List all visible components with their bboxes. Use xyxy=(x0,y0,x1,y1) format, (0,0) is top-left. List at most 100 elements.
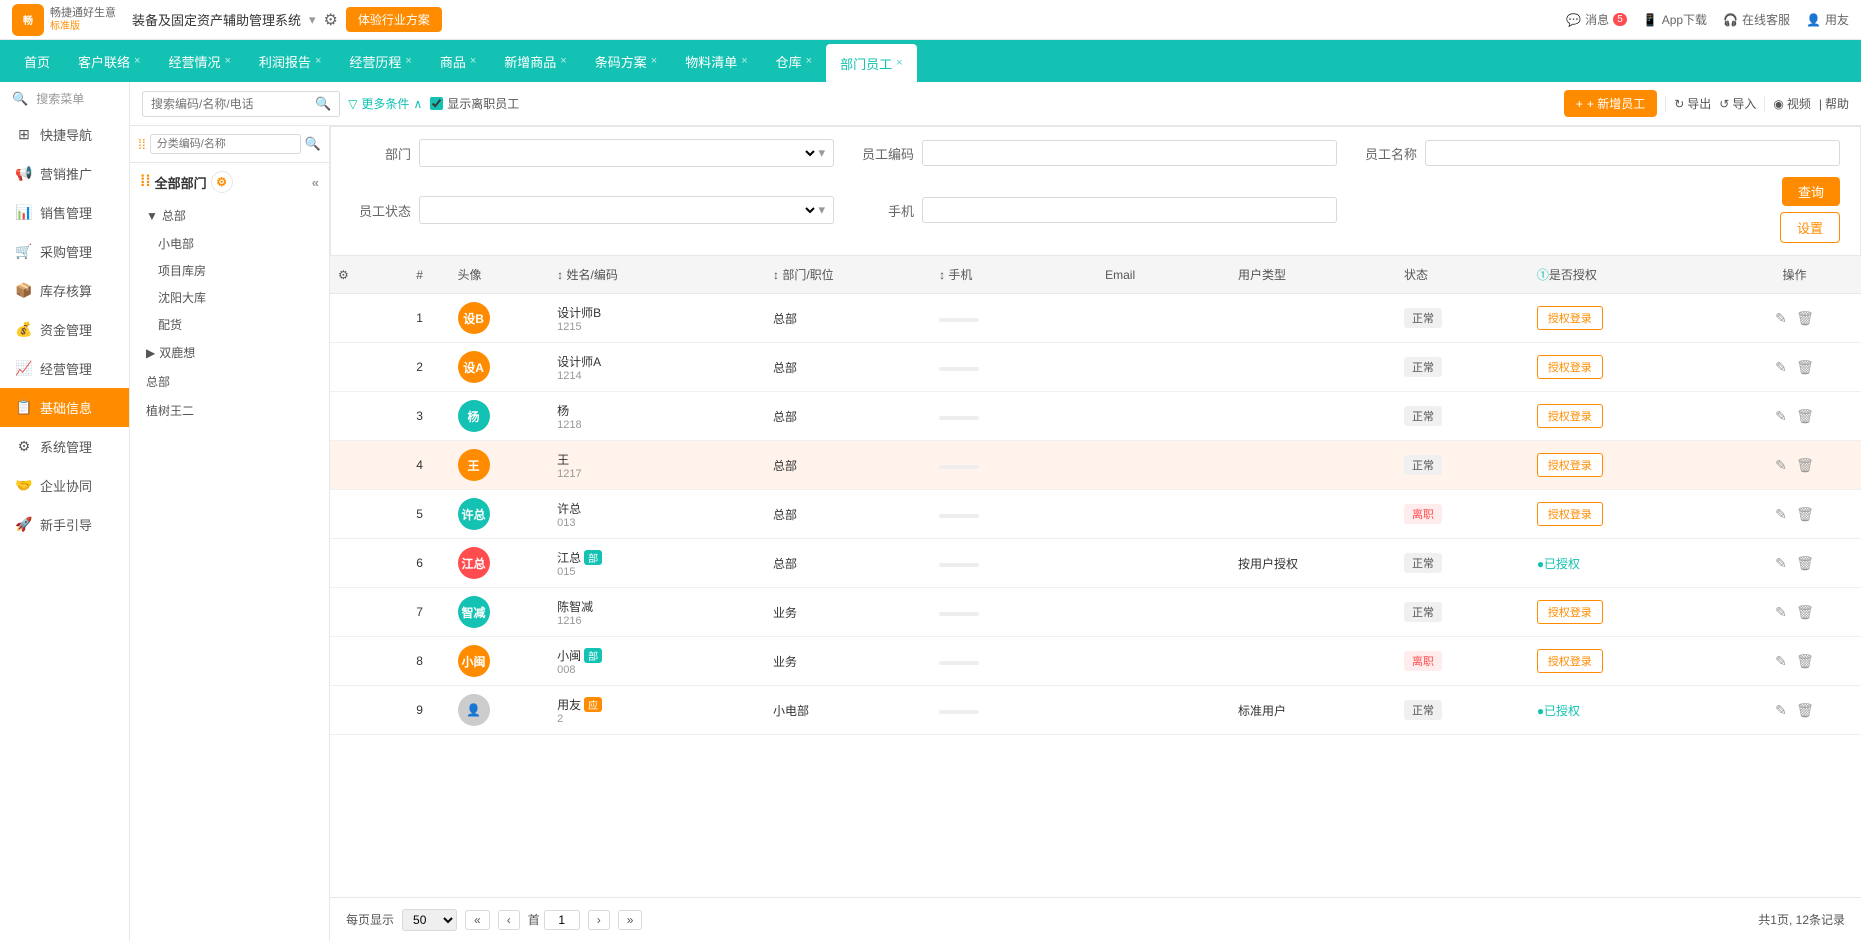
query-button[interactable]: 查询 xyxy=(1782,177,1840,206)
tab-add-goods[interactable]: 新增商品 × xyxy=(490,40,580,82)
tab-close-dept[interactable]: × xyxy=(896,57,902,69)
tab-close-business[interactable]: × xyxy=(224,55,230,67)
tab-close-customer[interactable]: × xyxy=(134,55,140,67)
dept-node-zongbu[interactable]: ▼ 总部 xyxy=(130,201,329,230)
dept-sub-xiaodianbu[interactable]: 小电部 xyxy=(130,230,329,257)
sidebar-item-shortcut[interactable]: ⊞ 快捷导航 xyxy=(0,115,129,154)
auth-login-button[interactable]: 授权登录 xyxy=(1537,649,1603,673)
message-button[interactable]: 💬 消息 5 xyxy=(1566,11,1627,28)
tab-close-bom[interactable]: × xyxy=(741,55,747,67)
phone-input[interactable] xyxy=(922,197,1337,223)
settings-icon-table[interactable]: ⚙ xyxy=(338,268,349,282)
prev-page-button[interactable]: ‹ xyxy=(498,910,520,930)
delete-icon[interactable]: 🗑 xyxy=(1796,702,1814,718)
sidebar-item-sales[interactable]: 📊 销售管理 xyxy=(0,193,129,232)
edit-icon[interactable]: ✎ xyxy=(1775,310,1787,326)
first-page-button[interactable]: « xyxy=(465,910,490,930)
edit-icon[interactable]: ✎ xyxy=(1775,506,1787,522)
auth-login-button[interactable]: 授权登录 xyxy=(1537,600,1603,624)
last-page-button[interactable]: » xyxy=(618,910,643,930)
sidebar-item-collab[interactable]: 🤝 企业协同 xyxy=(0,466,129,505)
online-service-button[interactable]: 🎧 在线客服 xyxy=(1723,11,1790,28)
sidebar-search[interactable]: 🔍 搜索菜单 xyxy=(0,82,129,115)
tab-goods[interactable]: 商品 × xyxy=(426,40,490,82)
col-name[interactable]: ↕ 姓名/编码 xyxy=(549,256,765,294)
dept-sub-shenyangdaku[interactable]: 沈阳大库 xyxy=(130,284,329,311)
emp-status-select-wrap[interactable]: ▾ xyxy=(419,196,834,224)
col-phone[interactable]: ↕ 手机 xyxy=(931,256,1097,294)
tab-dept-employee[interactable]: 部门员工 × xyxy=(826,44,916,82)
tab-close-warehouse[interactable]: × xyxy=(806,55,812,67)
dept-sub-xiangmukufang[interactable]: 项目库房 xyxy=(130,257,329,284)
sidebar-item-guide[interactable]: 🚀 新手引导 xyxy=(0,505,129,544)
dept-collapse-button[interactable]: « xyxy=(312,175,319,190)
more-button[interactable]: | 帮助 xyxy=(1819,95,1849,112)
delete-icon[interactable]: 🗑 xyxy=(1796,506,1814,522)
col-dept[interactable]: ↕ 部门/职位 xyxy=(765,256,931,294)
tab-profit[interactable]: 利润报告 × xyxy=(245,40,335,82)
dept-select[interactable] xyxy=(428,145,818,161)
dropdown-icon[interactable]: ▾ xyxy=(309,12,316,28)
dept-settings-icon[interactable]: ⚙ xyxy=(211,171,233,193)
sidebar-item-system[interactable]: ⚙ 系统管理 xyxy=(0,427,129,466)
sidebar-item-purchase[interactable]: 🛒 采购管理 xyxy=(0,232,129,271)
add-employee-button[interactable]: + + 新增员工 xyxy=(1564,90,1657,117)
sidebar-item-marketing[interactable]: 📢 营销推广 xyxy=(0,154,129,193)
import-button[interactable]: ↺ 导入 xyxy=(1719,95,1756,112)
edit-icon[interactable]: ✎ xyxy=(1775,408,1787,424)
sidebar-item-business-mgmt[interactable]: 📈 经营管理 xyxy=(0,349,129,388)
page-size-select[interactable]: 50 100 xyxy=(402,909,457,931)
sidebar-item-finance[interactable]: 💰 资金管理 xyxy=(0,310,129,349)
edit-icon[interactable]: ✎ xyxy=(1775,359,1787,375)
set-button[interactable]: 设置 xyxy=(1780,212,1840,243)
tab-customer[interactable]: 客户联络 × xyxy=(64,40,154,82)
user-avatar[interactable]: 👤 用友 xyxy=(1806,11,1849,28)
tab-barcode[interactable]: 条码方案 × xyxy=(581,40,671,82)
edit-icon[interactable]: ✎ xyxy=(1775,653,1787,669)
tab-close-profit[interactable]: × xyxy=(315,55,321,67)
sidebar-item-basic-info[interactable]: 📋 基础信息 xyxy=(0,388,129,427)
tab-home[interactable]: 首页 xyxy=(10,40,64,82)
auth-login-button[interactable]: 授权登录 xyxy=(1537,502,1603,526)
auth-login-button[interactable]: 授权登录 xyxy=(1537,355,1603,379)
tab-close-add-goods[interactable]: × xyxy=(560,55,566,67)
next-page-button[interactable]: › xyxy=(588,910,610,930)
sidebar-item-inventory[interactable]: 📦 库存核算 xyxy=(0,271,129,310)
delete-icon[interactable]: 🗑 xyxy=(1796,408,1814,424)
dept-node-shuanglu[interactable]: ▶ 双鹿想 xyxy=(130,338,329,367)
edit-icon[interactable]: ✎ xyxy=(1775,604,1787,620)
auth-login-button[interactable]: 授权登录 xyxy=(1537,453,1603,477)
page-input[interactable] xyxy=(544,910,580,930)
delete-icon[interactable]: 🗑 xyxy=(1796,653,1814,669)
gear-icon[interactable]: ⚙ xyxy=(324,10,338,30)
tab-close-barcode[interactable]: × xyxy=(651,55,657,67)
tab-close-goods[interactable]: × xyxy=(470,55,476,67)
tab-business[interactable]: 经营情况 × xyxy=(154,40,244,82)
tab-warehouse[interactable]: 仓库 × xyxy=(762,40,826,82)
dept-node-zongbu2[interactable]: 总部 xyxy=(130,367,329,396)
emp-status-select[interactable] xyxy=(428,202,818,218)
delete-icon[interactable]: 🗑 xyxy=(1796,310,1814,326)
edit-icon[interactable]: ✎ xyxy=(1775,457,1787,473)
delete-icon[interactable]: 🗑 xyxy=(1796,555,1814,571)
dept-sub-peihuo[interactable]: 配货 xyxy=(130,311,329,338)
delete-icon[interactable]: 🗑 xyxy=(1796,359,1814,375)
dept-search-icon[interactable]: 🔍 xyxy=(305,136,321,152)
dept-search-input[interactable] xyxy=(150,134,301,154)
emp-name-input[interactable] xyxy=(1425,140,1840,166)
edit-icon[interactable]: ✎ xyxy=(1775,555,1787,571)
app-download-button[interactable]: 📱 App下载 xyxy=(1643,11,1707,28)
tab-bom[interactable]: 物料清单 × xyxy=(671,40,761,82)
auth-login-button[interactable]: 授权登录 xyxy=(1537,404,1603,428)
view-button[interactable]: ◉ 视频 xyxy=(1773,95,1811,112)
tab-close-history[interactable]: × xyxy=(405,55,411,67)
show-resigned-checkbox[interactable] xyxy=(430,97,443,110)
auth-login-button[interactable]: 授权登录 xyxy=(1537,306,1603,330)
tab-history[interactable]: 经营历程 × xyxy=(335,40,425,82)
delete-icon[interactable]: 🗑 xyxy=(1796,604,1814,620)
edit-icon[interactable]: ✎ xyxy=(1775,702,1787,718)
search-icon-toolbar[interactable]: 🔍 xyxy=(315,96,331,112)
delete-icon[interactable]: 🗑 xyxy=(1796,457,1814,473)
export-button[interactable]: ↻ 导出 xyxy=(1674,95,1711,112)
more-conditions-button[interactable]: ▽ 更多条件 ∧ xyxy=(348,95,422,112)
